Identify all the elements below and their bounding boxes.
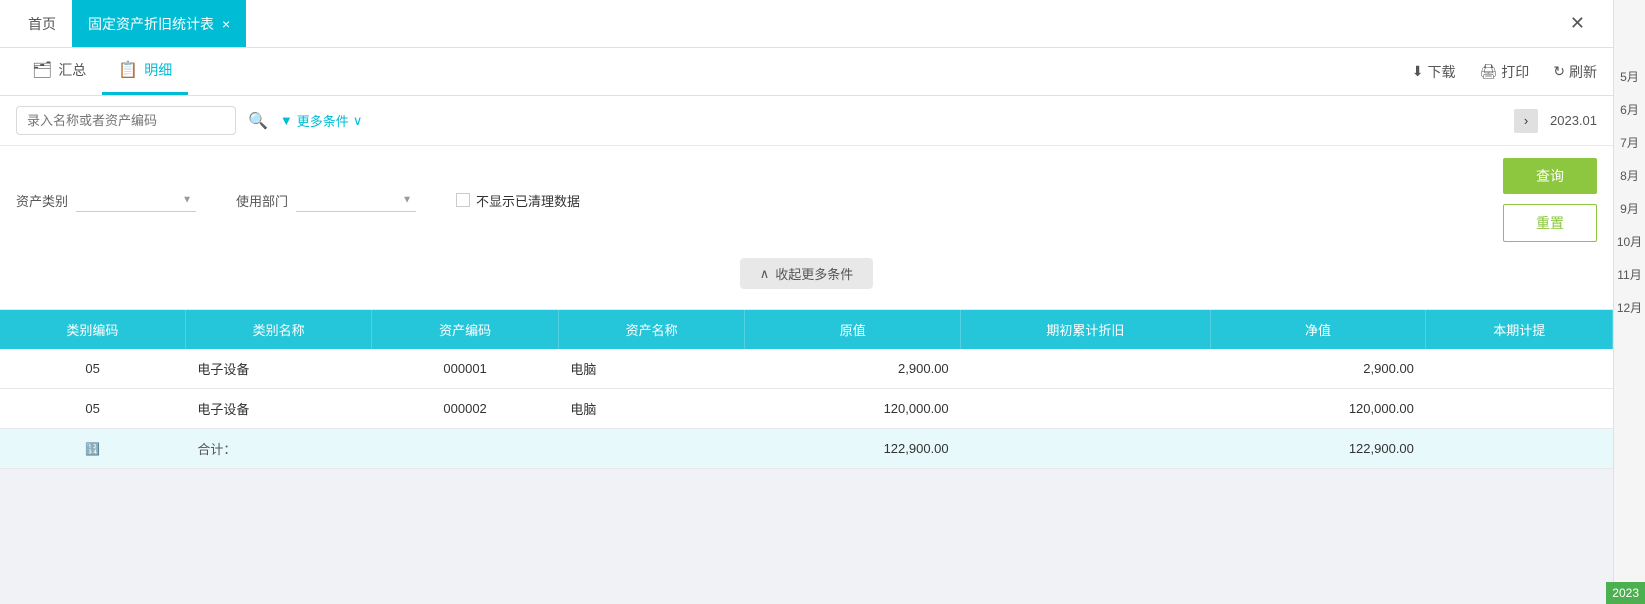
search-input[interactable]	[16, 106, 236, 135]
home-tab[interactable]: 首页	[12, 0, 72, 47]
cell-accumulated-2	[961, 389, 1211, 429]
department-select-wrapper	[296, 188, 416, 212]
th-original-value: 原值	[745, 310, 961, 349]
tab-close-button[interactable]: ×	[222, 16, 230, 32]
more-filters-button[interactable]: ▼ 更多条件 ∨	[280, 111, 362, 130]
summary-icon: 🔢	[85, 442, 100, 456]
hide-cleared-checkbox[interactable]	[456, 193, 470, 207]
month-12[interactable]: 12月	[1614, 291, 1645, 324]
refresh-icon: ↻	[1553, 63, 1565, 80]
summary-current-dep	[1426, 429, 1613, 469]
asset-table: 类别编码 类别名称 资产编码 资产名称 原值 期初累计折旧 净值 本期计提 05	[0, 310, 1613, 469]
search-icon[interactable]: 🔍	[248, 111, 268, 131]
window-close-button[interactable]: ✕	[1570, 13, 1601, 34]
date-display: 2023.01	[1550, 113, 1597, 128]
cell-asset-name-1: 电脑	[558, 349, 745, 389]
filter-icon: ▼	[280, 113, 293, 128]
cell-net-value-2: 120,000.00	[1210, 389, 1426, 429]
month-9[interactable]: 9月	[1614, 192, 1645, 225]
expand-arrow-button[interactable]: ›	[1514, 109, 1538, 133]
hide-cleared-checkbox-item[interactable]: 不显示已清理数据	[456, 191, 580, 210]
summary-label: 合计：	[185, 429, 745, 469]
print-button[interactable]: 🖨 打印	[1479, 62, 1529, 82]
month-5[interactable]: 5月	[1614, 60, 1645, 93]
th-asset-name: 资产名称	[558, 310, 745, 349]
year-badge: 2023	[1606, 582, 1645, 604]
cell-net-value-1: 2,900.00	[1210, 349, 1426, 389]
summary-row: 🔢 合计： 122,900.00 122,900.00	[0, 429, 1613, 469]
hide-cleared-label: 不显示已清理数据	[476, 191, 580, 210]
th-accumulated-depreciation: 期初累计折旧	[961, 310, 1211, 349]
refresh-label: 刷新	[1569, 62, 1597, 82]
filter-area: 资产类别 使用部门	[0, 146, 1613, 310]
asset-category-filter: 资产类别	[16, 188, 196, 212]
download-icon: ⬇	[1412, 63, 1424, 80]
summary-tab-label: 汇总	[58, 60, 86, 80]
print-label: 打印	[1501, 62, 1529, 82]
top-nav: 首页 固定资产折旧统计表 × ✕	[0, 0, 1613, 48]
table-row: 05 电子设备 000002 电脑 120,000.00 120,000.00	[0, 389, 1613, 429]
detail-icon: 📋	[118, 60, 138, 80]
cell-category-name-2: 电子设备	[185, 389, 372, 429]
th-category-name: 类别名称	[185, 310, 372, 349]
cell-current-dep-2	[1426, 389, 1613, 429]
refresh-button[interactable]: ↻ 刷新	[1553, 62, 1597, 82]
tab-label: 固定资产折旧统计表	[88, 14, 214, 34]
active-tab[interactable]: 固定资产折旧统计表 ×	[72, 0, 246, 47]
department-select[interactable]	[296, 188, 416, 212]
summary-accumulated	[961, 429, 1211, 469]
sub-tabs-bar: 🗂 汇总 📋 明细 ⬇ 下载 🖨 打印 ↻ 刷新	[0, 48, 1613, 96]
department-label: 使用部门	[236, 191, 288, 210]
month-11[interactable]: 11月	[1614, 258, 1645, 291]
filter-expand-icon: ∨	[353, 113, 363, 129]
month-8[interactable]: 8月	[1614, 159, 1645, 192]
summary-icon: 🗂	[32, 60, 52, 80]
cell-asset-name-2: 电脑	[558, 389, 745, 429]
th-asset-code: 资产编码	[372, 310, 559, 349]
cell-current-dep-1	[1426, 349, 1613, 389]
summary-icon-cell: 🔢	[0, 429, 185, 469]
detail-tab-label: 明细	[144, 60, 172, 80]
toolbar-right: ⬇ 下载 🖨 打印 ↻ 刷新	[1412, 62, 1597, 82]
download-button[interactable]: ⬇ 下载	[1412, 62, 1456, 82]
download-label: 下载	[1427, 62, 1455, 82]
summary-original-value: 122,900.00	[745, 429, 961, 469]
cell-original-value-2: 120,000.00	[745, 389, 961, 429]
table-row: 05 电子设备 000001 电脑 2,900.00 2,900.00	[0, 349, 1613, 389]
filter-row: 资产类别 使用部门	[16, 158, 1597, 242]
collapse-icon: ∧	[760, 266, 770, 282]
month-6[interactable]: 6月	[1614, 93, 1645, 126]
table-header-row: 类别编码 类别名称 资产编码 资产名称 原值 期初累计折旧 净值 本期计提	[0, 310, 1613, 349]
more-filters-label: 更多条件	[297, 111, 349, 130]
th-current-depreciation: 本期计提	[1426, 310, 1613, 349]
summary-net-value: 122,900.00	[1210, 429, 1426, 469]
table-container: 类别编码 类别名称 资产编码 资产名称 原值 期初累计折旧 净值 本期计提 05	[0, 310, 1613, 469]
cell-category-code-2: 05	[0, 389, 185, 429]
cell-asset-code-2: 000002	[372, 389, 559, 429]
department-filter: 使用部门	[236, 188, 416, 212]
tab-summary[interactable]: 🗂 汇总	[16, 48, 102, 95]
asset-category-select[interactable]	[76, 188, 196, 212]
collapse-button[interactable]: ∧ 收起更多条件	[740, 258, 874, 289]
month-7[interactable]: 7月	[1614, 126, 1645, 159]
tab-detail[interactable]: 📋 明细	[102, 48, 188, 95]
search-bar: 🔍 ▼ 更多条件 ∨ › 2023.01	[0, 96, 1613, 146]
reset-button[interactable]: 重置	[1503, 204, 1597, 242]
asset-category-select-wrapper	[76, 188, 196, 212]
cell-accumulated-1	[961, 349, 1211, 389]
query-button[interactable]: 查询	[1503, 158, 1597, 194]
cell-category-code-1: 05	[0, 349, 185, 389]
right-sidebar: 5月 6月 7月 8月 9月 10月 11月 12月 2023	[1613, 0, 1645, 604]
asset-category-label: 资产类别	[16, 191, 68, 210]
cell-original-value-1: 2,900.00	[745, 349, 961, 389]
th-net-value: 净值	[1210, 310, 1426, 349]
print-icon: 🖨	[1479, 63, 1497, 80]
cell-category-name-1: 电子设备	[185, 349, 372, 389]
collapse-label: 收起更多条件	[775, 264, 853, 283]
month-10[interactable]: 10月	[1614, 225, 1645, 258]
th-category-code: 类别编码	[0, 310, 185, 349]
cell-asset-code-1: 000001	[372, 349, 559, 389]
